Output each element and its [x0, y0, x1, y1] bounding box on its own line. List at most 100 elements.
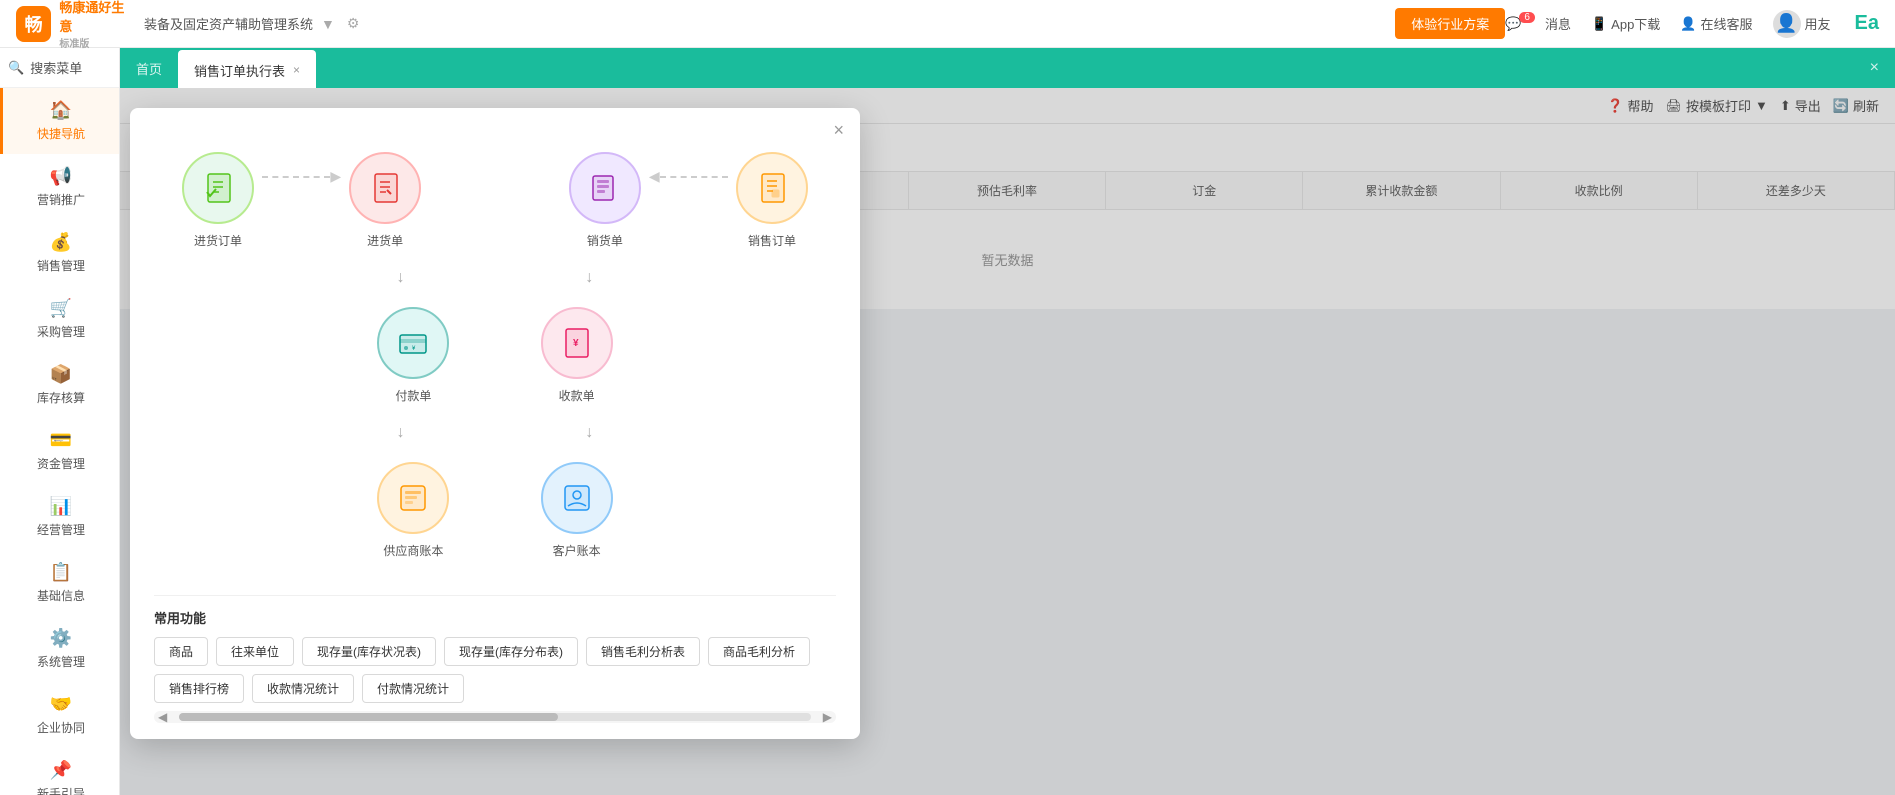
user-action[interactable]: 👤 用友 [1773, 10, 1831, 38]
sidebar-item-system-label: 系统管理 [37, 653, 85, 670]
system-icon: ⚙️ [50, 628, 72, 649]
tab-sales-order-exec-label: 销售订单执行表 [194, 61, 285, 80]
payment-bill-icon: ¥ [377, 307, 449, 379]
func-btn-row2-1[interactable]: 收款情况统计 [252, 674, 354, 703]
tab-bar-close-icon[interactable]: × [1854, 59, 1895, 77]
scroll-track [179, 713, 811, 721]
arrow-down-receipt: ↓ [526, 424, 652, 442]
message-action[interactable]: 💬 6 消息 [1505, 14, 1571, 33]
page-content: ❓ 帮助 🖨 按模板打印 ▼ ⬆ 导出 🔄 刷新 [120, 88, 1895, 795]
func-btn-3[interactable]: 现存量(库存分布表) [444, 637, 578, 666]
flow-payment-bill[interactable]: ¥ 付款单 [369, 295, 457, 416]
trial-btn[interactable]: 体验行业方案 [1395, 8, 1505, 39]
sidebar-item-system[interactable]: ⚙️ 系统管理 [0, 616, 119, 682]
system-name-dropdown-icon[interactable]: ▼ [321, 16, 335, 32]
purchase-order-icon [182, 152, 254, 224]
sidebar-item-newbie[interactable]: 📌 新手引导 [0, 748, 119, 795]
flow-arrows-down: ↓ ↓ [154, 269, 836, 287]
app-download-action[interactable]: 📱 App下载 [1591, 14, 1660, 33]
flow-sales-bill[interactable]: 销货单 [561, 140, 649, 261]
user-extra: Ea [1855, 12, 1879, 35]
sales-icon: 💰 [50, 232, 72, 253]
common-functions-title: 常用功能 [154, 608, 836, 627]
modal-box: × 进货订单 [130, 108, 860, 739]
tab-bar: 首页 销售订单执行表 × × [120, 48, 1895, 88]
sidebar: 🔍 搜索菜单 🏠 快捷导航 📢 营销推广 💰 销售管理 🛒 采购管理 📦 库存核… [0, 48, 120, 795]
newbie-icon: 📌 [50, 760, 72, 781]
purchase-icon: 🛒 [50, 298, 72, 319]
sales-order-icon [736, 152, 808, 224]
flow-receipt-bill[interactable]: ¥ 收款单 [533, 295, 621, 416]
common-functions: 常用功能 商品往来单位现存量(库存状况表) 现存量(库存分布表) 销售毛利分析表商品… [154, 595, 836, 703]
supplier-ledger-icon [377, 462, 449, 534]
sidebar-item-sales-label: 销售管理 [37, 257, 85, 274]
scroll-thumb [179, 713, 558, 721]
download-icon: 📱 [1591, 16, 1607, 32]
modal-overlay[interactable]: × 进货订单 [120, 88, 1895, 795]
sidebar-item-purchase-label: 采购管理 [37, 323, 85, 340]
func-btn-5[interactable]: 商品毛利分析 [708, 637, 810, 666]
func-btn-2[interactable]: 现存量(库存状况表) [302, 637, 436, 666]
func-btn-row2-2[interactable]: 付款情况统计 [362, 674, 464, 703]
main-layout: 🔍 搜索菜单 🏠 快捷导航 📢 营销推广 💰 销售管理 🛒 采购管理 📦 库存核… [0, 48, 1895, 795]
settings-icon[interactable]: ⚙ [347, 15, 360, 32]
sidebar-item-quick-nav-label: 快捷导航 [37, 125, 85, 142]
content-area: 首页 销售订单执行表 × × ❓ 帮助 🖨 按模板打印 ▼ [120, 48, 1895, 795]
message-badge: 6 [1519, 12, 1535, 23]
avatar-text: 👤 [1775, 13, 1797, 34]
flow-diagram-area: 进货订单 ▶ [154, 132, 836, 579]
finance-icon: 💳 [50, 430, 72, 451]
sidebar-item-quick-nav[interactable]: 🏠 快捷导航 [0, 88, 119, 154]
sidebar-item-operation[interactable]: 📊 经营管理 [0, 484, 119, 550]
flow-purchase-order[interactable]: 进货订单 [174, 140, 262, 261]
logo-title: 畅康通好生意 [59, 0, 136, 35]
sidebar-item-enterprise-label: 企业协同 [37, 719, 85, 736]
avatar: 👤 [1773, 10, 1801, 38]
flow-purchase-bill[interactable]: 进货单 [341, 140, 429, 261]
search-menu[interactable]: 🔍 搜索菜单 [0, 48, 119, 88]
receipt-bill-label: 收款单 [559, 387, 595, 404]
arrow-down-purchase: ↓ [338, 269, 464, 287]
scroll-right-arrow[interactable]: ▶ [819, 710, 836, 724]
func-btn-4[interactable]: 销售毛利分析表 [586, 637, 700, 666]
func-btn-1[interactable]: 往来单位 [216, 637, 294, 666]
modal-close-btn[interactable]: × [833, 120, 844, 141]
func-btn-0[interactable]: 商品 [154, 637, 208, 666]
sales-bill-icon [569, 152, 641, 224]
sidebar-item-basic-info-label: 基础信息 [37, 587, 85, 604]
tab-home[interactable]: 首页 [120, 48, 178, 88]
modal-scrollbar[interactable]: ◀ ▶ [154, 711, 836, 723]
func-btn-row2-0[interactable]: 销售排行榜 [154, 674, 244, 703]
online-service-label: 在线客服 [1701, 14, 1753, 33]
logo-sub: 标准版 [59, 35, 136, 50]
customer-ledger-icon [541, 462, 613, 534]
top-bar: 畅 畅康通好生意 标准版 装备及固定资产辅助管理系统 ▼ ⚙ 体验行业方案 💬 … [0, 0, 1895, 48]
flow-supplier-ledger[interactable]: 供应商账本 [369, 450, 457, 571]
sidebar-item-enterprise[interactable]: 🤝 企业协同 [0, 682, 119, 748]
sidebar-item-purchase[interactable]: 🛒 采购管理 [0, 286, 119, 352]
sidebar-item-finance[interactable]: 💳 资金管理 [0, 418, 119, 484]
sidebar-item-sales[interactable]: 💰 销售管理 [0, 220, 119, 286]
scroll-left-arrow[interactable]: ◀ [154, 710, 171, 724]
supplier-ledger-label: 供应商账本 [383, 542, 443, 559]
sidebar-item-finance-label: 资金管理 [37, 455, 85, 472]
purchase-order-label: 进货订单 [194, 232, 242, 249]
tab-close-icon[interactable]: × [293, 63, 300, 77]
flow-customer-ledger[interactable]: 客户账本 [533, 450, 621, 571]
func-buttons-row1: 商品往来单位现存量(库存状况表) 现存量(库存分布表) 销售毛利分析表商品毛利分析 [154, 637, 836, 666]
sidebar-item-newbie-label: 新手引导 [37, 785, 85, 795]
func-buttons-row2: 销售排行榜收款情况统计付款情况统计 [154, 674, 836, 703]
sidebar-item-marketing[interactable]: 📢 营销推广 [0, 154, 119, 220]
flow-sales-order[interactable]: 销售订单 [728, 140, 816, 261]
tab-sales-order-exec[interactable]: 销售订单执行表 × [178, 50, 316, 90]
enterprise-icon: 🤝 [50, 694, 72, 715]
svg-text:¥: ¥ [573, 338, 579, 349]
sidebar-item-inventory-label: 库存核算 [37, 389, 85, 406]
purchase-bill-icon [349, 152, 421, 224]
sidebar-item-inventory[interactable]: 📦 库存核算 [0, 352, 119, 418]
purchase-bill-label: 进货单 [367, 232, 403, 249]
sidebar-item-basic-info[interactable]: 📋 基础信息 [0, 550, 119, 616]
marketing-icon: 📢 [50, 166, 72, 187]
sidebar-item-marketing-label: 营销推广 [37, 191, 85, 208]
online-service-action[interactable]: 👤 在线客服 [1680, 14, 1752, 33]
